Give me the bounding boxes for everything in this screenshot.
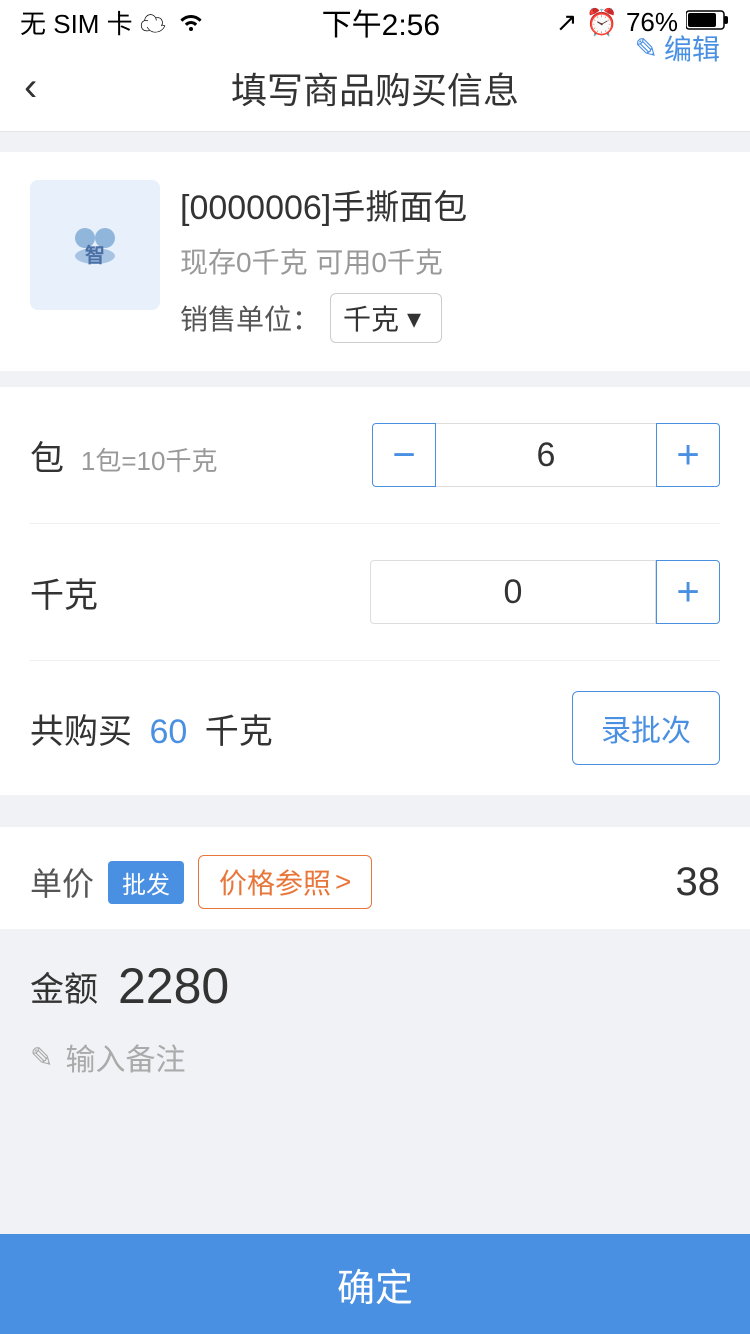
- product-name: [0000006]手撕面包: [180, 180, 720, 229]
- bao-sub-text: 1包=10千克: [81, 446, 218, 476]
- back-button[interactable]: ‹: [24, 65, 37, 110]
- bao-input-row: 包 1包=10千克 − +: [30, 387, 720, 524]
- pencil-icon: ✎: [30, 1041, 53, 1074]
- price-section: 单价 批发 价格参照 > 38: [0, 827, 750, 929]
- product-stock: 现存0千克 可用0千克: [180, 241, 720, 281]
- confirm-button[interactable]: 确定: [0, 1234, 750, 1334]
- sim-label: 无 SIM 卡 ☁: [20, 4, 166, 41]
- note-placeholder: 输入备注: [65, 1035, 185, 1079]
- alarm-icon: ⏰: [586, 7, 618, 38]
- kg-increase-button[interactable]: +: [656, 560, 720, 624]
- unit-select[interactable]: 千克 ▾: [330, 293, 442, 343]
- kg-label-text: 千克: [30, 577, 98, 615]
- status-left: 无 SIM 卡 ☁: [20, 4, 206, 41]
- product-unit-row: 销售单位： 千克 ▾: [180, 293, 720, 343]
- location-icon: ↗: [556, 7, 578, 38]
- product-card: 智 [0000006]手撕面包 现存0千克 可用0千克 销售单位： 千克 ▾ ✎…: [0, 152, 750, 371]
- kg-qty-control: +: [370, 560, 720, 624]
- summary-unit: 千克: [205, 713, 273, 751]
- price-label: 单价: [30, 859, 94, 905]
- price-value: 38: [676, 860, 721, 905]
- input-section: 包 1包=10千克 − + 千克 +: [0, 387, 750, 661]
- bao-qty-control: − +: [372, 423, 720, 487]
- batch-button[interactable]: 录批次: [572, 691, 720, 765]
- status-time: 下午2:56: [322, 0, 440, 44]
- edit-button[interactable]: ✎ 编辑: [635, 28, 720, 68]
- amount-row: 金额 2280: [30, 957, 720, 1015]
- divider-2: [0, 795, 750, 811]
- bao-decrease-button[interactable]: −: [372, 423, 436, 487]
- kg-label: 千克: [30, 568, 98, 617]
- note-row[interactable]: ✎ 输入备注: [30, 1035, 720, 1079]
- wifi-icon: [176, 7, 206, 38]
- chevron-right-icon: >: [335, 866, 351, 898]
- price-ref-button[interactable]: 价格参照 >: [198, 855, 372, 909]
- divider-1: [0, 371, 750, 387]
- edit-icon: ✎: [635, 32, 658, 65]
- bao-label: 包 1包=10千克: [30, 431, 217, 480]
- bottom-spacer: [0, 1099, 750, 1239]
- svg-text:智: 智: [85, 243, 105, 267]
- bao-increase-button[interactable]: +: [656, 423, 720, 487]
- chevron-down-icon: ▾: [407, 302, 421, 335]
- amount-value: 2280: [118, 957, 229, 1015]
- page-title: 填写商品购买信息: [231, 62, 519, 114]
- confirm-label: 确定: [337, 1257, 413, 1312]
- price-row: 单价 批发 价格参照 > 38: [30, 855, 720, 909]
- edit-label: 编辑: [664, 28, 720, 68]
- amount-label: 金额: [30, 962, 98, 1011]
- amount-section: 金额 2280 ✎ 输入备注: [0, 929, 750, 1099]
- product-thumbnail: 智: [30, 180, 160, 310]
- summary-row: 共购买 60 千克 录批次: [0, 661, 750, 795]
- price-ref-label: 价格参照: [219, 862, 331, 902]
- summary-prefix: 共购买: [30, 713, 132, 751]
- summary-amount: 60: [149, 713, 187, 751]
- kg-qty-input[interactable]: [370, 560, 656, 624]
- summary-text: 共购买 60 千克: [30, 704, 273, 753]
- unit-value: 千克: [343, 298, 399, 338]
- product-info: [0000006]手撕面包 现存0千克 可用0千克 销售单位： 千克 ▾: [180, 180, 720, 343]
- bao-qty-input[interactable]: [436, 423, 656, 487]
- kg-input-row: 千克 +: [30, 524, 720, 661]
- price-badge: 批发: [108, 861, 184, 904]
- unit-label: 销售单位：: [180, 298, 320, 338]
- bao-label-text: 包: [30, 440, 64, 478]
